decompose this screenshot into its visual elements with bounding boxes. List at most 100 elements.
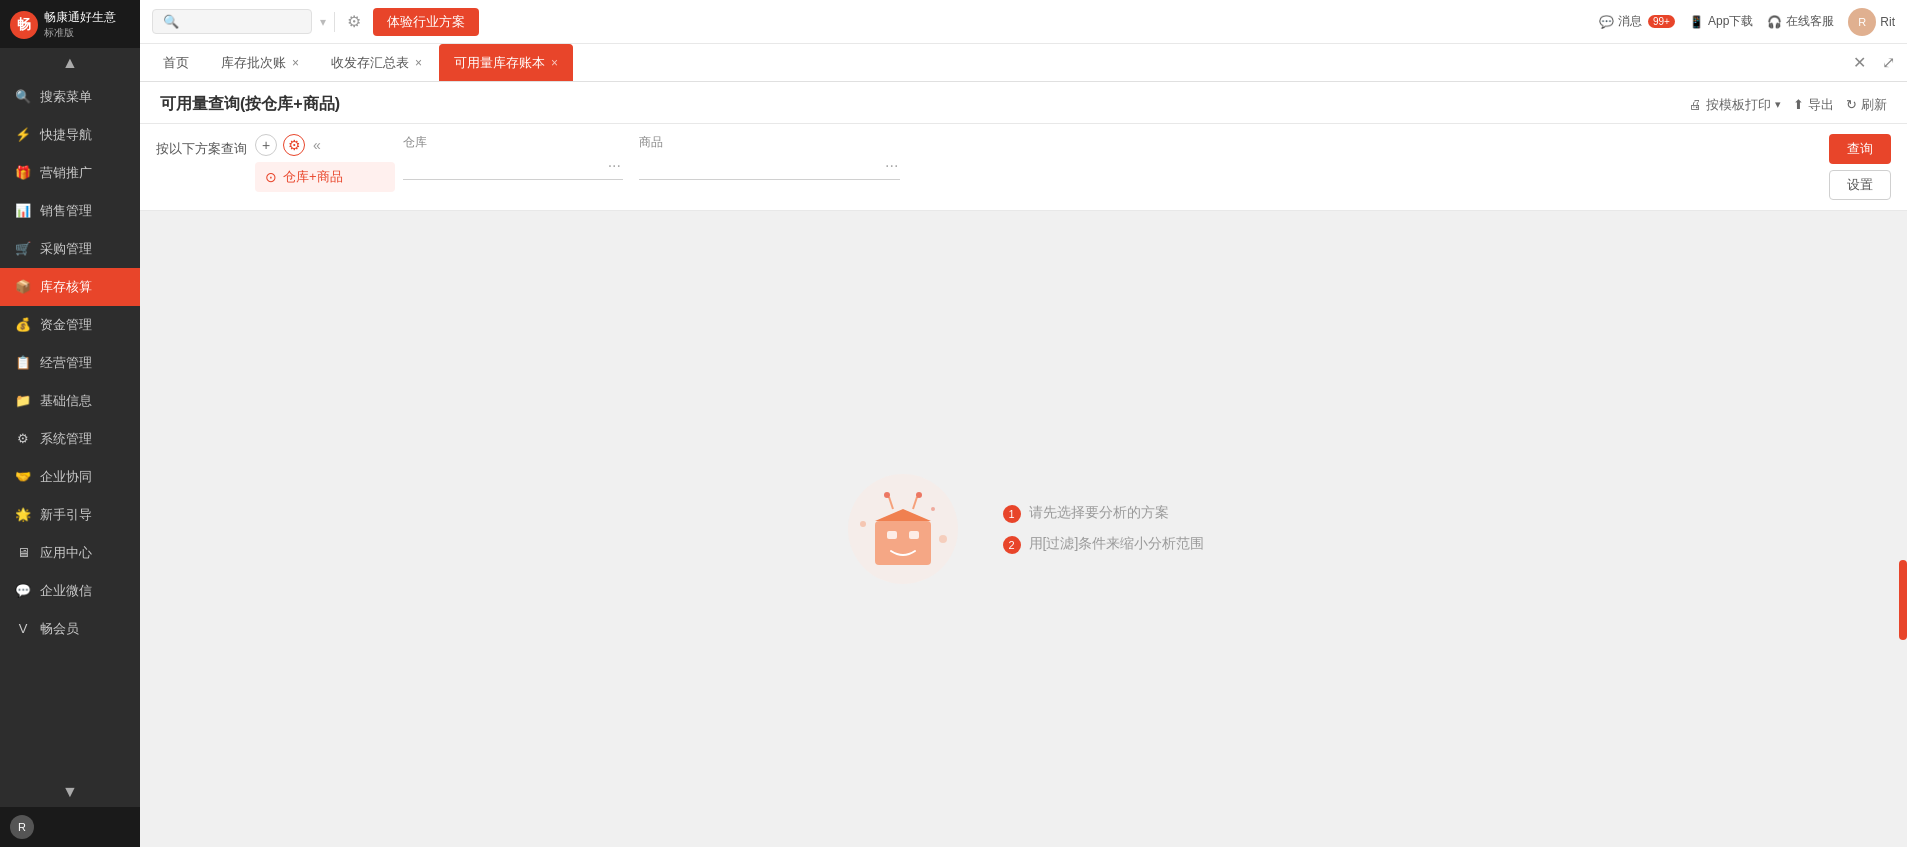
sidebar-item-purchase[interactable]: 🛒 采购管理 — [0, 230, 140, 268]
sidebar-item-system[interactable]: ⚙ 系统管理 — [0, 420, 140, 458]
export-btn[interactable]: ⬆ 导出 — [1793, 96, 1834, 114]
sidebar-scroll-down[interactable]: ▼ — [0, 777, 140, 807]
message-icon: 💬 — [1599, 15, 1614, 29]
filter-buttons: 查询 设置 — [1829, 134, 1891, 200]
warehouse-input[interactable] — [403, 159, 602, 174]
print-btn[interactable]: 🖨 按模板打印 ▾ — [1689, 96, 1781, 114]
search-input[interactable] — [185, 15, 285, 29]
scheme-label: 仓库+商品 — [283, 168, 343, 186]
logo-name: 畅康通好生意 — [44, 10, 116, 26]
sidebar-item-enterprise[interactable]: 🤝 企业协同 — [0, 458, 140, 496]
user-profile[interactable]: R Rit — [1848, 8, 1895, 36]
sidebar-label-inventory: 库存核算 — [40, 278, 92, 296]
sidebar-label-search: 搜索菜单 — [40, 88, 92, 106]
tab-summary[interactable]: 收发存汇总表 × — [316, 44, 437, 81]
sidebar-label-marketing: 营销推广 — [40, 164, 92, 182]
online-service-btn[interactable]: 🎧 在线客服 — [1767, 13, 1834, 30]
sidebar-item-guide[interactable]: 🌟 新手引导 — [0, 496, 140, 534]
sidebar-item-basic[interactable]: 📁 基础信息 — [0, 382, 140, 420]
svg-rect-3 — [887, 531, 897, 539]
topbar: 🔍 ▾ ⚙ 体验行业方案 💬 消息 99+ 📱 App下载 🎧 在线客服 R R… — [140, 0, 1907, 44]
svg-point-9 — [860, 521, 866, 527]
add-scheme-btn[interactable]: + — [255, 134, 277, 156]
print-icon: 🖨 — [1689, 97, 1702, 112]
sidebar-item-marketing[interactable]: 🎁 营销推广 — [0, 154, 140, 192]
scheme-actions: + ⚙ « — [255, 134, 395, 156]
message-badge: 99+ — [1648, 15, 1675, 28]
tip-2: 2 用[过滤]条件来缩小分析范围 — [1003, 535, 1205, 554]
query-btn[interactable]: 查询 — [1829, 134, 1891, 164]
sidebar-item-inventory[interactable]: 📦 库存核算 — [0, 268, 140, 306]
filter-panel: 按以下方案查询 + ⚙ « ⊙ 仓库+商品 仓库 ··· — [140, 124, 1907, 211]
svg-point-6 — [884, 492, 890, 498]
collapse-btn[interactable]: « — [311, 135, 323, 155]
sidebar-item-shortcut[interactable]: ⚡ 快捷导航 — [0, 116, 140, 154]
tab-expand[interactable]: ⤢ — [1878, 49, 1899, 76]
goods-more-btn[interactable]: ··· — [883, 157, 900, 175]
sidebar-label-basic: 基础信息 — [40, 392, 92, 410]
svg-rect-1 — [875, 521, 931, 565]
tab-batch[interactable]: 库存批次账 × — [206, 44, 314, 81]
service-icon: 🎧 — [1767, 15, 1782, 29]
sidebar-item-member[interactable]: V 畅会员 — [0, 610, 140, 648]
sidebar-item-apps[interactable]: 🖥 应用中心 — [0, 534, 140, 572]
refresh-btn[interactable]: ↻ 刷新 — [1846, 96, 1887, 114]
sidebar-item-wechat[interactable]: 💬 企业微信 — [0, 572, 140, 610]
sidebar-icon-marketing: 🎁 — [14, 164, 32, 182]
sidebar-icon-operations: 📋 — [14, 354, 32, 372]
print-dropdown-icon[interactable]: ▾ — [1775, 98, 1781, 111]
content-area: 可用量查询(按仓库+商品) 🖨 按模板打印 ▾ ⬆ 导出 ↻ 刷新 按以下方案 — [140, 82, 1907, 847]
sidebar-label-enterprise: 企业协同 — [40, 468, 92, 486]
scheme-list: + ⚙ « ⊙ 仓库+商品 — [255, 134, 395, 192]
warehouse-more-btn[interactable]: ··· — [606, 157, 623, 175]
topbar-settings-icon[interactable]: ⚙ — [343, 8, 365, 35]
tab-close-all[interactable]: ✕ — [1849, 49, 1870, 76]
filter-goods: 商品 ··· — [639, 134, 900, 180]
filter-fields: 仓库 ··· 商品 ··· — [403, 134, 1813, 180]
empty-illustration — [843, 469, 963, 589]
tabs-bar: 首页 库存批次账 × 收发存汇总表 × 可用量库存账本 × ✕ ⤢ — [140, 44, 1907, 82]
sidebar-icon-member: V — [14, 620, 32, 638]
sidebar-label-finance: 资金管理 — [40, 316, 92, 334]
sidebar-item-operations[interactable]: 📋 经营管理 — [0, 344, 140, 382]
sidebar-footer[interactable]: R — [0, 807, 140, 847]
warehouse-input-wrapper[interactable]: ··· — [403, 153, 623, 180]
scheme-warehouse-goods[interactable]: ⊙ 仓库+商品 — [255, 162, 395, 192]
sidebar-icon-purchase: 🛒 — [14, 240, 32, 258]
goods-input-wrapper[interactable]: ··· — [639, 153, 900, 180]
tab-summary-close[interactable]: × — [415, 56, 422, 70]
edit-scheme-btn[interactable]: ⚙ — [283, 134, 305, 156]
tab-home[interactable]: 首页 — [148, 44, 204, 81]
message-btn[interactable]: 💬 消息 99+ — [1599, 13, 1675, 30]
svg-point-11 — [931, 507, 935, 511]
tab-batch-close[interactable]: × — [292, 56, 299, 70]
tab-available[interactable]: 可用量库存账本 × — [439, 44, 573, 81]
header-actions: 🖨 按模板打印 ▾ ⬆ 导出 ↻ 刷新 — [1689, 96, 1887, 114]
sidebar-scroll-up[interactable]: ▲ — [0, 48, 140, 78]
goods-input[interactable] — [639, 159, 879, 174]
topbar-right: 💬 消息 99+ 📱 App下载 🎧 在线客服 R Rit — [1599, 8, 1895, 36]
sidebar-label-sales: 销售管理 — [40, 202, 92, 220]
tab-available-close[interactable]: × — [551, 56, 558, 70]
sidebar-label-system: 系统管理 — [40, 430, 92, 448]
avatar: R — [1848, 8, 1876, 36]
tip-text-1: 请先选择要分析的方案 — [1029, 504, 1169, 522]
sidebar: 畅 畅康通好生意 标准版 ▲ 🔍 搜索菜单 ⚡ 快捷导航 🎁 营销推广 📊 销售… — [0, 0, 140, 847]
sidebar-item-finance[interactable]: 💰 资金管理 — [0, 306, 140, 344]
search-dropdown-icon[interactable]: ▾ — [320, 15, 326, 29]
sidebar-item-sales[interactable]: 📊 销售管理 — [0, 192, 140, 230]
sidebar-label-shortcut: 快捷导航 — [40, 126, 92, 144]
trial-btn[interactable]: 体验行业方案 — [373, 8, 479, 36]
sidebar-icon-sales: 📊 — [14, 202, 32, 220]
topbar-search-box[interactable]: 🔍 — [152, 9, 312, 34]
svg-point-10 — [939, 535, 947, 543]
sidebar-label-member: 畅会员 — [40, 620, 79, 638]
settings-btn[interactable]: 设置 — [1829, 170, 1891, 200]
sidebar-menu: 🔍 搜索菜单 ⚡ 快捷导航 🎁 营销推广 📊 销售管理 🛒 采购管理 📦 库存核… — [0, 78, 140, 777]
sidebar-icon-search: 🔍 — [14, 88, 32, 106]
content-header: 可用量查询(按仓库+商品) 🖨 按模板打印 ▾ ⬆ 导出 ↻ 刷新 — [140, 82, 1907, 124]
app-download-btn[interactable]: 📱 App下载 — [1689, 13, 1753, 30]
sidebar-item-search[interactable]: 🔍 搜索菜单 — [0, 78, 140, 116]
right-scrollbar[interactable] — [1899, 560, 1907, 640]
sidebar-icon-wechat: 💬 — [14, 582, 32, 600]
